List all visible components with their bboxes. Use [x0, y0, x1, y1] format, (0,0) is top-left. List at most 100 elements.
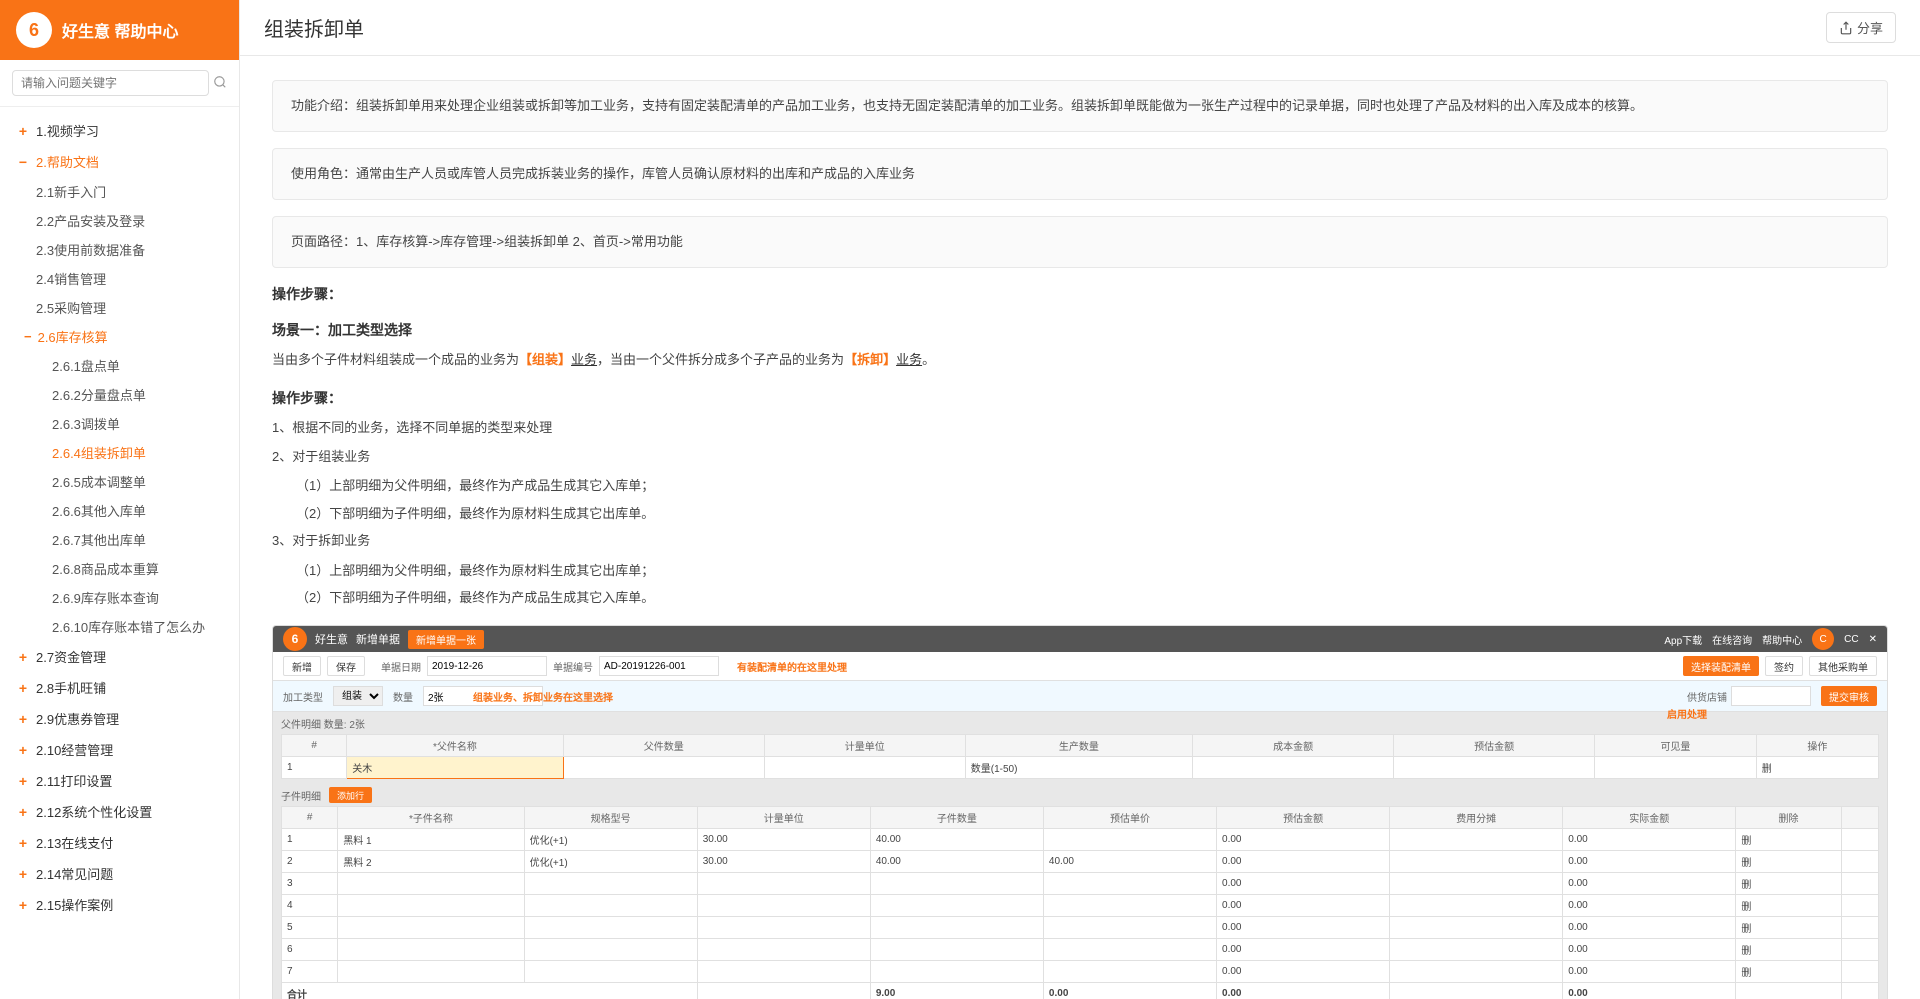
role-text: 使用角色：通常由生产人员或库管人员完成拆装业务的操作，库管人员确认原材料的出库和… [291, 166, 915, 181]
plus-icon-2-10: + [16, 743, 30, 757]
btn-action1[interactable]: 签约 [1765, 656, 1803, 676]
sidebar-item-2-12[interactable]: + 2.12系统个性化设置 [0, 796, 239, 827]
sidebar-item-2-11[interactable]: + 2.11打印设置 [0, 765, 239, 796]
lower-row-7: 7 0.00 0.00 删 [282, 961, 1879, 983]
sidebar-item-1[interactable]: + 1.视频学习 [0, 115, 239, 146]
plus-icon-2-9: + [16, 712, 30, 726]
upper-table: # *父件名称 父件数量 计量单位 生产数量 成本金额 预估金额 可见量 操作 [281, 734, 1879, 779]
btn-save[interactable]: 保存 [327, 656, 365, 676]
sidebar-item-2-9[interactable]: + 2.9优惠券管理 [0, 703, 239, 734]
annotation-enable: 启用处理 [1667, 706, 1707, 721]
upper-table-row-1: 1 关木 数量(1-50) 删 [282, 757, 1879, 779]
lower-row-1: 1 黑料 1 优化(+1) 30.00 40.00 0.00 0.00 删 [282, 829, 1879, 851]
table-footer: 合计 9.00 0.00 0.00 0.00 [282, 983, 1879, 999]
step1: 1、根据不同的业务，选择不同单据的类型来处理 [272, 416, 1888, 439]
operation-title: 操作步骤： [272, 284, 1888, 304]
sidebar-item-2-6-10[interactable]: 2.6.10库存账本错了怎么办 [0, 612, 239, 641]
sidebar-item-2-6-8[interactable]: 2.6.8商品成本重算 [0, 554, 239, 583]
lower-row-4: 4 0.00 0.00 删 [282, 895, 1879, 917]
step3: 3、对于拆卸业务 [272, 529, 1888, 552]
sidebar-item-2-6-4[interactable]: 2.6.4组装拆卸单 [0, 438, 239, 467]
scene-desc: 当由多个子件材料组装成一个成品的业务为【组装】业务，当由一个父件拆分成多个子产品… [272, 348, 1888, 371]
plus-icon: + [16, 124, 30, 138]
btn-add-sub[interactable]: 添加行 [329, 787, 372, 803]
app-bill-type: 新增单据 [356, 631, 400, 647]
app-close-icon[interactable]: ✕ [1869, 634, 1877, 645]
lower-table: # *子件名称 规格型号 计量单位 子件数量 预估单价 预估金额 费用分摊 实际… [281, 806, 1879, 999]
minus-icon-2-6: − [24, 329, 32, 344]
sidebar-item-2-8[interactable]: + 2.8手机旺铺 [0, 672, 239, 703]
share-icon [1839, 21, 1853, 35]
sidebar-item-2[interactable]: − 2.帮助文档 [0, 146, 239, 177]
app-top-right: App下载 在线咨询 帮助中心 C CC ✕ [1664, 628, 1877, 650]
app-avatar: C [1812, 628, 1834, 650]
logo-circle: 6 [16, 12, 52, 48]
sidebar-item-2-2[interactable]: 2.2产品安装及登录 [0, 206, 239, 235]
btn-select-bom[interactable]: 选择装配清单 [1683, 656, 1759, 676]
minus-icon: − [16, 155, 30, 169]
table-label: 父件明细 数量: 2张 [281, 716, 1879, 731]
sidebar-item-2-13[interactable]: + 2.13在线支付 [0, 827, 239, 858]
sidebar-header: 6 好生意 帮助中心 [0, 0, 239, 60]
content-body: 功能介绍：组装拆卸单用来处理企业组装或拆卸等加工业务，支持有固定装配清单的产品加… [240, 56, 1920, 999]
sidebar-item-2-6-7[interactable]: 2.6.7其他出库单 [0, 525, 239, 554]
step2-1: （1）上部明细为父件明细，最终作为产成品生成其它入库单； [272, 474, 1888, 497]
search-box [0, 60, 239, 107]
process-type-select[interactable]: 组装 拆卸 [333, 686, 383, 706]
sidebar-item-2-14[interactable]: + 2.14常见问题 [0, 858, 239, 889]
steps-title: 操作步骤： [272, 388, 1888, 408]
app-btn-new[interactable]: 新增单据一张 [408, 630, 484, 649]
btn-add[interactable]: 新增 [283, 656, 321, 676]
plus-icon-2-11: + [16, 774, 30, 788]
supplier-input[interactable] [1731, 686, 1811, 706]
btn-action2[interactable]: 其他采购单 [1809, 656, 1877, 676]
intro-box: 功能介绍：组装拆卸单用来处理企业组装或拆卸等加工业务，支持有固定装配清单的产品加… [272, 80, 1888, 132]
sidebar-item-2-15[interactable]: + 2.15操作案例 [0, 889, 239, 920]
main-content: 组装拆卸单 分享 功能介绍：组装拆卸单用来处理企业组装或拆卸等加工业务，支持有固… [240, 0, 1920, 999]
screenshot-container: 6 好生意 新增单据 新增单据一张 App下载 在线咨询 帮助中心 C CC ✕ [272, 625, 1888, 999]
date-input[interactable] [427, 656, 547, 676]
sidebar-item-2-1[interactable]: 2.1新手入门 [0, 177, 239, 206]
search-button[interactable] [213, 75, 227, 92]
sidebar-item-2-7[interactable]: + 2.7资金管理 [0, 641, 239, 672]
plus-icon-2-14: + [16, 867, 30, 881]
sidebar-item-2-10[interactable]: + 2.10经营管理 [0, 734, 239, 765]
sidebar-item-2-6-5[interactable]: 2.6.5成本调整单 [0, 467, 239, 496]
plus-icon-2-7: + [16, 650, 30, 664]
app-menu-bar: 新增 保存 单据日期 单据编号 有装配清单的在这里处理 选择装配清单 签约 其他… [273, 652, 1887, 681]
main-header: 组装拆卸单 分享 [240, 0, 1920, 56]
path-box: 页面路径：1、库存核算->库存管理->组装拆卸单 2、首页->常用功能 [272, 216, 1888, 268]
sidebar-item-2-6-2[interactable]: 2.6.2分量盘点单 [0, 380, 239, 409]
annotation-bom: 有装配清单的在这里处理 [737, 659, 847, 674]
search-input[interactable] [12, 70, 209, 96]
app-top-bar: 6 好生意 新增单据 新增单据一张 App下载 在线咨询 帮助中心 C CC ✕ [273, 626, 1887, 652]
sidebar-item-2-6-3[interactable]: 2.6.3调拨单 [0, 409, 239, 438]
share-button[interactable]: 分享 [1826, 12, 1896, 43]
annotation-type: 组装业务、拆卸业务在这里选择 [473, 689, 613, 704]
page-title: 组装拆卸单 [264, 13, 364, 42]
step2-2: （2）下部明细为子件明细，最终作为原材料生成其它出库单。 [272, 502, 1888, 525]
sidebar-item-2-6-9[interactable]: 2.6.9库存账本查询 [0, 583, 239, 612]
sidebar-item-2-3[interactable]: 2.3使用前数据准备 [0, 235, 239, 264]
app-logo: 6 [283, 627, 307, 651]
step3-2: （2）下部明细为子件明细，最终作为产成品生成其它入库单。 [272, 586, 1888, 609]
lower-table-area: 子件明细 添加行 # *子件名称 规格型号 计量单位 子件数量 预估单价 [273, 783, 1887, 999]
app-screenshot: 6 好生意 新增单据 新增单据一张 App下载 在线咨询 帮助中心 C CC ✕ [273, 626, 1887, 999]
sidebar-item-2-6[interactable]: − 2.6库存核算 [0, 322, 239, 351]
role-box: 使用角色：通常由生产人员或库管人员完成拆装业务的操作，库管人员确认原材料的出库和… [272, 148, 1888, 200]
lower-row-2: 2 黑料 2 优化(+1) 30.00 40.00 40.00 0.00 0.0… [282, 851, 1879, 873]
btn-submit[interactable]: 提交审核 [1821, 686, 1877, 706]
sidebar-item-2-4[interactable]: 2.4销售管理 [0, 264, 239, 293]
step3-1: （1）上部明细为父件明细，最终作为原材料生成其它出库单； [272, 559, 1888, 582]
sidebar: 6 好生意 帮助中心 + 1.视频学习 − 2.帮助文档 2.1新手入门 2.2… [0, 0, 240, 999]
intro-text: 功能介绍：组装拆卸单用来处理企业组装或拆卸等加工业务，支持有固定装配清单的产品加… [291, 98, 1643, 113]
sidebar-item-2-6-6[interactable]: 2.6.6其他入库单 [0, 496, 239, 525]
bill-no-input[interactable] [599, 656, 719, 676]
sidebar-item-2-5[interactable]: 2.5采购管理 [0, 293, 239, 322]
scene-title: 场景一：加工类型选择 [272, 320, 1888, 340]
type-selector-row: 加工类型 组装 拆卸 数量 组装业务、拆卸业务在这里选择 供货店铺 提交审核 启… [273, 681, 1887, 712]
sidebar-item-2-6-1[interactable]: 2.6.1盘点单 [0, 351, 239, 380]
app-name: 好生意 [315, 631, 348, 647]
step2: 2、对于组装业务 [272, 445, 1888, 468]
plus-icon-2-13: + [16, 836, 30, 850]
